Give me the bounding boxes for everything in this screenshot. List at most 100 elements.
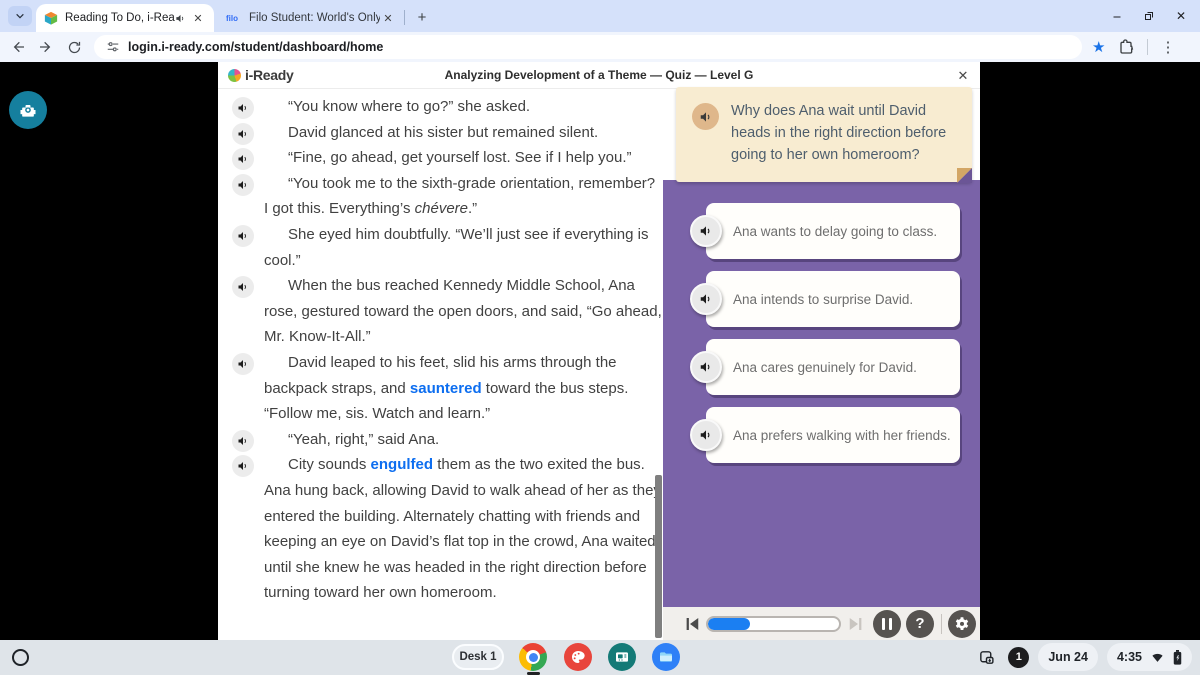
speaker-icon: [238, 436, 246, 445]
launcher-button[interactable]: [12, 649, 29, 666]
floating-app-badge[interactable]: [9, 91, 47, 129]
reload-button[interactable]: [60, 34, 88, 60]
paragraph-text: David glanced at his sister but remained…: [264, 120, 662, 146]
text-segment: “Yeah, right,” said Ana.: [288, 430, 440, 448]
vocabulary-link[interactable]: sauntered: [410, 380, 482, 397]
passage-paragraph: When the bus reached Kennedy Middle Scho…: [230, 273, 663, 350]
forward-button[interactable]: [32, 34, 60, 60]
paragraph-text: “Yeah, right,” said Ana.: [264, 427, 662, 453]
paragraph-speaker-button[interactable]: [232, 276, 254, 299]
paragraph-text: When the bus reached Kennedy Middle Scho…: [264, 273, 662, 350]
speaker-icon: [238, 231, 246, 240]
paragraph-speaker-button[interactable]: [232, 148, 254, 171]
speaker-icon: [700, 362, 710, 372]
system-tray[interactable]: 4:35: [1106, 643, 1192, 671]
text-segment: “Fine, go ahead, get yourself lost. See …: [288, 149, 632, 167]
paragraph-speaker-button[interactable]: [232, 455, 254, 478]
answer-text: Ana intends to surprise David.: [733, 291, 914, 307]
bookmark-star-icon[interactable]: ★: [1092, 38, 1105, 56]
paragraph-speaker-button[interactable]: [232, 429, 254, 452]
paragraph-text: David leaped to his feet, slid his arms …: [264, 350, 662, 427]
player-progress-fill: [708, 617, 750, 630]
answer-text: Ana prefers walking with her friends.: [733, 427, 951, 443]
close-window-button[interactable]: ✕: [1170, 6, 1192, 26]
page-content: i-Ready Analyzing Development of a Theme…: [0, 62, 1200, 640]
paragraph-speaker-button[interactable]: [232, 352, 254, 375]
paragraph-text: City sounds engulfed them as the two exi…: [264, 452, 662, 606]
answer-option-4[interactable]: Ana prefers walking with her friends.: [690, 407, 960, 463]
speaker-icon: [700, 226, 710, 236]
minimize-button[interactable]: [1106, 6, 1128, 26]
chrome-app-icon[interactable]: [519, 643, 547, 671]
question-text: Why does Ana wait until David heads in t…: [731, 103, 947, 163]
speaker-icon: [238, 104, 246, 112]
browser-tab-strip: Reading To Do, i-Ready ✕ filo Filo Stude…: [0, 0, 1200, 32]
answer-option-1[interactable]: Ana wants to delay going to class.: [690, 203, 960, 259]
help-button[interactable]: ?: [906, 609, 934, 638]
speaker-icon: [700, 430, 710, 440]
iready-cube-favicon: [44, 11, 58, 25]
date-label: Jun 24: [1048, 650, 1088, 664]
answer-speaker-button[interactable]: [690, 351, 722, 383]
text-segment: .”: [468, 200, 478, 218]
canvas-app-icon[interactable]: [564, 643, 592, 671]
skip-back-button[interactable]: [684, 615, 702, 633]
passage-paragraph: David glanced at his sister but remained…: [230, 120, 663, 146]
media-card-icon: [616, 652, 628, 662]
screen-capture-icon[interactable]: [973, 644, 999, 670]
reading-passage: “You know where to go?” she asked. David …: [218, 91, 663, 606]
settings-button[interactable]: [948, 609, 976, 638]
tab-search-button[interactable]: [8, 6, 32, 26]
question-panel: Why does Ana wait until David heads in t…: [663, 62, 980, 640]
answer-speaker-button[interactable]: [690, 419, 722, 451]
palette-icon: [571, 651, 585, 663]
answer-speaker-button[interactable]: [690, 283, 722, 315]
answer-option-2[interactable]: Ana intends to surprise David.: [690, 271, 960, 327]
url-text: login.i-ready.com/student/dashboard/home: [128, 40, 384, 54]
skip-forward-button[interactable]: [846, 615, 864, 633]
tab-filo[interactable]: filo Filo Student: World's Only Live I ✕: [220, 4, 402, 32]
tab-iready[interactable]: Reading To Do, i-Ready ✕: [36, 4, 214, 32]
question-speaker-button[interactable]: [692, 103, 719, 130]
passage-scrollbar[interactable]: [655, 475, 662, 638]
text-segment: them as the two exited the bus. Ana hung…: [264, 456, 661, 602]
vocabulary-link[interactable]: engulfed: [371, 456, 434, 473]
speaker-icon: [238, 462, 246, 471]
answer-speaker-button[interactable]: [690, 215, 722, 247]
files-app-icon[interactable]: [652, 643, 680, 671]
tab-divider: [404, 10, 405, 25]
address-bar[interactable]: login.i-ready.com/student/dashboard/home: [94, 35, 1082, 59]
time-label: 4:35: [1116, 650, 1142, 664]
speaker-icon: [238, 180, 246, 189]
desk-button[interactable]: Desk 1: [452, 644, 504, 670]
tab-audio-icon[interactable]: [175, 13, 186, 24]
extensions-icon[interactable]: [1119, 39, 1135, 55]
paragraph-speaker-button[interactable]: [232, 97, 254, 119]
tab-close-icon[interactable]: ✕: [190, 10, 206, 26]
answer-option-3[interactable]: Ana cares genuinely for David.: [690, 339, 960, 395]
paragraph-speaker-button[interactable]: [232, 173, 254, 196]
passage-paragraph: She eyed him doubtfully. “We’ll just see…: [230, 222, 663, 273]
browser-menu-icon[interactable]: ⋮: [1160, 38, 1175, 56]
quiz-close-icon[interactable]: ✕: [954, 67, 972, 85]
answer-text: Ana cares genuinely for David.: [733, 359, 917, 375]
text-segment: When the bus reached Kennedy Middle Scho…: [264, 277, 662, 346]
notification-count-badge[interactable]: 1: [1008, 646, 1030, 668]
date-pill[interactable]: Jun 24: [1038, 643, 1098, 671]
text-segment: David glanced at his sister but remained…: [288, 123, 599, 141]
site-settings-icon[interactable]: [106, 40, 120, 54]
paragraph-speaker-button[interactable]: [232, 122, 254, 145]
tab-close-icon[interactable]: ✕: [380, 10, 396, 26]
paragraph-speaker-button[interactable]: [232, 224, 254, 247]
restore-button[interactable]: [1138, 6, 1160, 26]
back-button[interactable]: [4, 34, 32, 60]
building-camera-icon: [20, 105, 36, 117]
pause-button[interactable]: [873, 609, 901, 638]
paragraph-text: “You know where to go?” she asked.: [264, 94, 662, 120]
passage-paragraph: City sounds engulfed them as the two exi…: [230, 452, 663, 606]
new-tab-button[interactable]: +: [412, 7, 432, 27]
speaker-icon: [238, 129, 246, 138]
gallery-app-icon[interactable]: [608, 643, 636, 671]
audio-player-bar: ?: [663, 607, 980, 640]
audio-progress-bar[interactable]: [706, 615, 841, 632]
